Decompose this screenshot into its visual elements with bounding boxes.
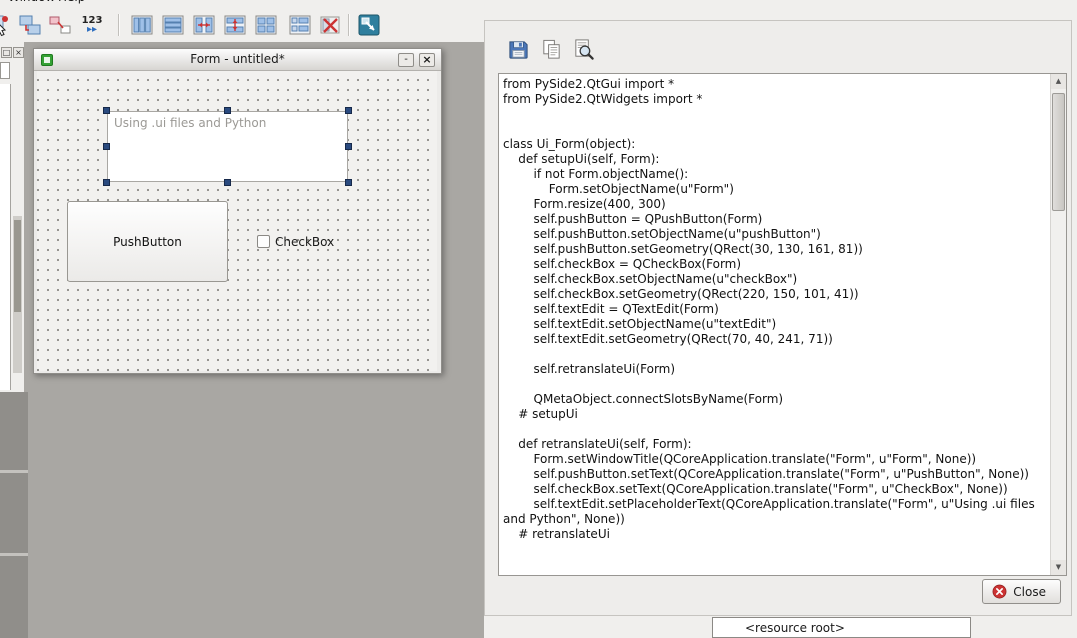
edit-buddies-icon[interactable] [46, 11, 74, 39]
break-layout-icon[interactable] [316, 11, 344, 39]
layout-horizontally-icon[interactable] [128, 11, 156, 39]
dock-close-button[interactable]: × [13, 47, 24, 58]
widget-box-scrollbar[interactable] [13, 216, 22, 373]
selection-handle[interactable] [345, 179, 352, 186]
pushbutton-label: PushButton [113, 235, 182, 249]
selection-handle[interactable] [224, 179, 231, 186]
resource-root-item[interactable]: <resource root> [745, 621, 845, 635]
selection-handle[interactable] [224, 107, 231, 114]
generated-code-text: from PySide2.QtGui import * from PySide2… [501, 76, 1048, 573]
menubar: Window Help [0, 0, 1077, 8]
form-window-titlebar[interactable]: Form - untitled* - × [34, 49, 441, 71]
selection-handle[interactable] [103, 179, 110, 186]
adjust-size-icon[interactable] [355, 11, 383, 39]
layout-in-form-icon[interactable] [286, 11, 314, 39]
checkbox-label: CheckBox [275, 235, 334, 249]
close-button[interactable]: Close [982, 579, 1061, 604]
code-view[interactable]: from PySide2.QtGui import * from PySide2… [498, 73, 1067, 576]
form-canvas[interactable]: Using .ui files and Python PushButton Ch… [37, 71, 437, 371]
edit-tab-order-icon[interactable]: 123 ▸▸ [76, 11, 108, 39]
code-preview-dialog: from PySide2.QtGui import * from PySide2… [484, 20, 1072, 616]
menu-help[interactable]: Help [52, 0, 91, 8]
selection-handle[interactable] [345, 143, 352, 150]
selection-handle[interactable] [103, 143, 110, 150]
tab-order-arrow: ▸▸ [87, 26, 97, 34]
form-window-icon [41, 54, 53, 66]
form-minimize-button[interactable]: - [398, 53, 414, 67]
scrollbar-thumb[interactable] [14, 220, 21, 312]
widget-box-category-blocks [0, 392, 28, 638]
close-red-icon [992, 584, 1007, 599]
layout-horizontally-in-splitter-icon[interactable] [190, 11, 218, 39]
copy-icon[interactable] [538, 36, 564, 62]
layout-vertically-in-splitter-icon[interactable] [221, 11, 249, 39]
form-window-title: Form - untitled* [34, 49, 441, 70]
toolbar-separator [118, 14, 120, 36]
close-button-label: Close [1013, 585, 1046, 599]
scroll-down-arrow[interactable]: ▼ [1051, 560, 1066, 575]
dock-float-button[interactable]: □ [1, 47, 12, 58]
find-icon[interactable] [570, 36, 596, 62]
scroll-up-arrow[interactable]: ▲ [1051, 74, 1066, 89]
qt-designer-screen: Window Help 123 ▸▸ [0, 0, 1077, 638]
layout-vertically-icon[interactable] [159, 11, 187, 39]
form-editor-window: Form - untitled* - × Using .ui files and… [33, 48, 442, 374]
textedit-widget[interactable]: Using .ui files and Python [107, 111, 348, 182]
scrollbar-thumb[interactable] [1052, 93, 1065, 211]
edit-widgets-icon[interactable] [0, 11, 12, 39]
widget-box-filter-input[interactable] [0, 62, 10, 79]
widget-box-panel [0, 84, 11, 390]
pushbutton-widget[interactable]: PushButton [67, 201, 228, 282]
form-close-button[interactable]: × [419, 53, 435, 67]
layout-in-grid-icon[interactable] [252, 11, 280, 39]
checkbox-indicator[interactable] [257, 235, 270, 248]
edit-signals-slots-icon[interactable] [16, 11, 44, 39]
selection-handle[interactable] [345, 107, 352, 114]
selection-handle[interactable] [103, 107, 110, 114]
code-view-scrollbar[interactable]: ▲ ▼ [1050, 74, 1066, 575]
save-icon[interactable] [505, 36, 531, 62]
resource-browser-panel: <resource root> [712, 617, 971, 638]
toolbar-separator [348, 14, 350, 36]
checkbox-widget[interactable]: CheckBox [257, 221, 358, 262]
